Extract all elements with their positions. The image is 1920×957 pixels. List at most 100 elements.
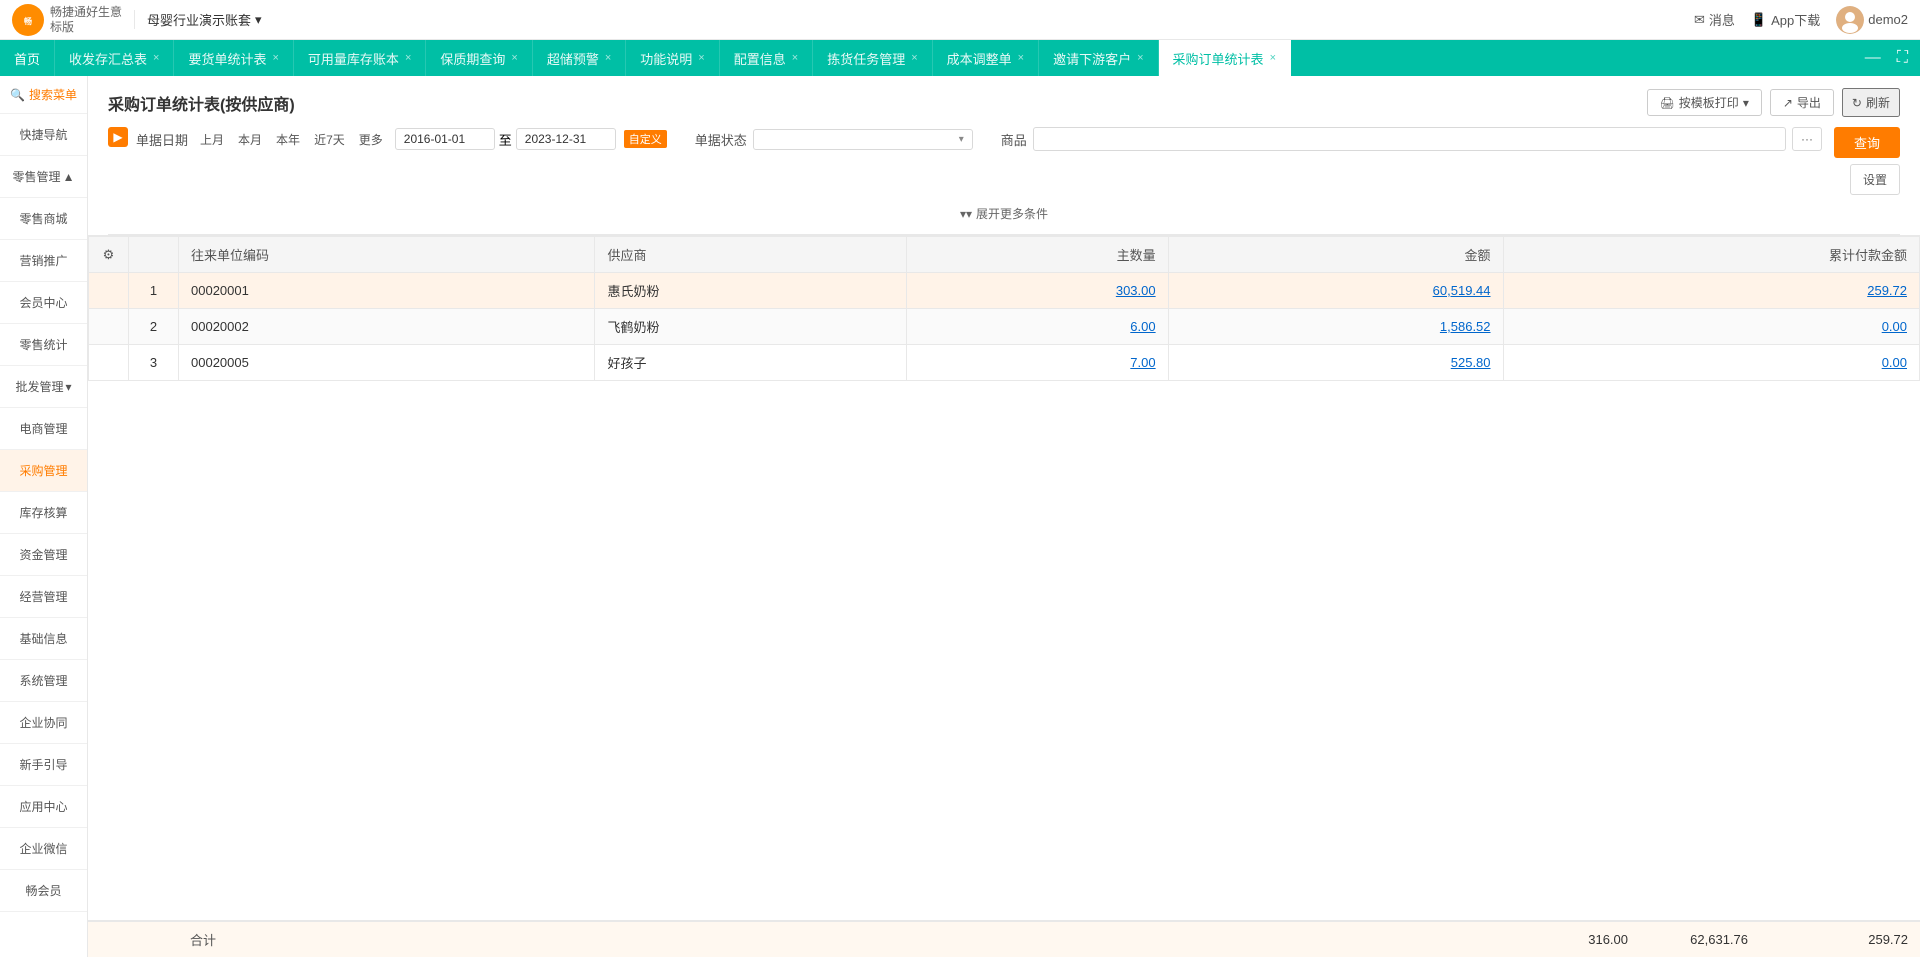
- row-amount[interactable]: 1,586.52: [1168, 309, 1503, 345]
- tab-home[interactable]: 首页: [0, 40, 55, 76]
- close-icon[interactable]: ×: [405, 52, 411, 64]
- tab-avail-stock[interactable]: 可用量库存账本 ×: [294, 40, 426, 76]
- paid-col-header: 累计付款金额: [1503, 237, 1919, 273]
- workspace-name: 母婴行业演示账套: [147, 10, 251, 29]
- shortcut-last-month[interactable]: 上月: [196, 129, 228, 150]
- sidebar-item-inventory[interactable]: 库存核算: [0, 492, 87, 534]
- sidebar-item-members[interactable]: 畅会员: [0, 870, 87, 912]
- close-icon[interactable]: ×: [792, 52, 798, 64]
- footer-amount: 62,631.76: [1640, 932, 1760, 947]
- row-amount[interactable]: 525.80: [1168, 345, 1503, 381]
- main-layout: 🔍 搜索菜单 快捷导航 零售管理 ▲ 零售商城 营销推广 会员中心 零售统计 批…: [0, 76, 1920, 957]
- row-settings: [89, 309, 129, 345]
- row-paid[interactable]: 259.72: [1503, 273, 1919, 309]
- expand-more-row[interactable]: ▾▾ 展开更多条件: [108, 201, 1900, 226]
- shortcut-7days[interactable]: 近7天: [310, 129, 349, 150]
- sidebar-item-marketing[interactable]: 营销推广: [0, 240, 87, 282]
- goods-ellipsis-btn[interactable]: ···: [1792, 127, 1822, 151]
- tab-invite[interactable]: 邀请下游客户 ×: [1039, 40, 1158, 76]
- tab-cost-adj[interactable]: 成本调整单 ×: [933, 40, 1039, 76]
- sidebar-item-quick-nav[interactable]: 快捷导航: [0, 114, 87, 156]
- row-supplier: 好孩子: [595, 345, 906, 381]
- row-paid[interactable]: 0.00: [1503, 309, 1919, 345]
- row-amount[interactable]: 60,519.44: [1168, 273, 1503, 309]
- close-icon[interactable]: ×: [1270, 52, 1276, 64]
- close-icon[interactable]: ×: [698, 52, 704, 64]
- sidebar-item-purchase[interactable]: 采购管理: [0, 450, 87, 492]
- chevron-down-icon: ▾: [959, 134, 964, 145]
- message-btn[interactable]: ✉ 消息: [1694, 10, 1735, 29]
- tab-collect-pay[interactable]: 收发存汇总表 ×: [55, 40, 174, 76]
- qty-col-header: 主数量: [906, 237, 1168, 273]
- sidebar-item-retail-stats[interactable]: 零售统计: [0, 324, 87, 366]
- user-menu[interactable]: demo2: [1836, 6, 1908, 34]
- supplier-col-header: 供应商: [595, 237, 906, 273]
- app-download-btn[interactable]: 📱 App下载: [1751, 10, 1820, 29]
- sidebar-item-wholesale[interactable]: 批发管理 ▾: [0, 366, 87, 408]
- sidebar-item-basic[interactable]: 基础信息: [0, 618, 87, 660]
- close-icon[interactable]: ×: [511, 52, 517, 64]
- sidebar-item-app-center[interactable]: 应用中心: [0, 786, 87, 828]
- sidebar-item-retail-store[interactable]: 零售商城: [0, 198, 87, 240]
- page-title: 采购订单统计表(按供应商): [108, 91, 295, 115]
- sidebar-item-enterprise[interactable]: 企业协同: [0, 702, 87, 744]
- shortcut-this-year[interactable]: 本年: [272, 129, 304, 150]
- close-icon[interactable]: ×: [605, 52, 611, 64]
- sidebar-item-operations[interactable]: 经营管理: [0, 576, 87, 618]
- row-qty[interactable]: 6.00: [906, 309, 1168, 345]
- svg-text:畅: 畅: [24, 16, 32, 26]
- row-unit-code: 00020002: [179, 309, 595, 345]
- print-button[interactable]: 🖨 按模板打印 ▾: [1647, 89, 1762, 116]
- search-button[interactable]: 查询: [1834, 127, 1900, 158]
- settings-col-header: ⚙: [89, 237, 129, 273]
- sidebar-search[interactable]: 🔍 搜索菜单: [0, 76, 87, 114]
- row-paid[interactable]: 0.00: [1503, 345, 1919, 381]
- close-icon[interactable]: ×: [153, 52, 159, 64]
- sidebar-item-system[interactable]: 系统管理: [0, 660, 87, 702]
- shortcut-this-month[interactable]: 本月: [234, 129, 266, 150]
- close-icon[interactable]: ×: [1018, 52, 1024, 64]
- print-arrow-icon: ▾: [1743, 96, 1749, 110]
- top-bar-left: 畅 畅捷通好生意 标版 母婴行业演示账套 ▾: [12, 4, 262, 36]
- row-qty[interactable]: 303.00: [906, 273, 1168, 309]
- sidebar-item-retail[interactable]: 零售管理 ▲: [0, 156, 87, 198]
- export-button[interactable]: ↗ 导出: [1770, 89, 1834, 116]
- filter-collapse-btn[interactable]: ▶: [108, 127, 128, 147]
- goods-input[interactable]: [1033, 127, 1786, 151]
- sidebar-item-ecommerce[interactable]: 电商管理: [0, 408, 87, 450]
- logo-area: 畅 畅捷通好生意 标版: [12, 4, 122, 36]
- setting-button[interactable]: 设置: [1850, 164, 1900, 195]
- workspace-selector[interactable]: 母婴行业演示账套 ▾: [134, 10, 262, 29]
- row-supplier: 惠氏奶粉: [595, 273, 906, 309]
- tab-config[interactable]: 配置信息 ×: [720, 40, 813, 76]
- close-icon[interactable]: ×: [911, 52, 917, 64]
- sidebar-item-member[interactable]: 会员中心: [0, 282, 87, 324]
- tab-func-desc[interactable]: 功能说明 ×: [626, 40, 719, 76]
- tab-req-stat[interactable]: 要货单统计表 ×: [174, 40, 293, 76]
- tab-minimize-btn[interactable]: —: [1861, 49, 1885, 67]
- tab-purchase-stat[interactable]: 采购订单统计表 ×: [1159, 40, 1291, 76]
- date-to-input[interactable]: [516, 128, 616, 150]
- date-from-input[interactable]: [395, 128, 495, 150]
- sidebar-item-newbie[interactable]: 新手引导: [0, 744, 87, 786]
- tab-overstock[interactable]: 超储预警 ×: [533, 40, 626, 76]
- status-select[interactable]: ▾: [753, 129, 973, 150]
- gear-icon[interactable]: ⚙: [103, 247, 115, 262]
- sidebar-item-finance[interactable]: 资金管理: [0, 534, 87, 576]
- tab-pick-task[interactable]: 拣货任务管理 ×: [813, 40, 932, 76]
- tab-maximize-btn[interactable]: ⛶: [1893, 49, 1912, 67]
- avatar: [1836, 6, 1864, 34]
- tab-expiry[interactable]: 保质期查询 ×: [426, 40, 532, 76]
- nav-tabs: 首页 收发存汇总表 × 要货单统计表 × 可用量库存账本 × 保质期查询 × 超…: [0, 40, 1920, 76]
- filter-area: ▶ 单据日期 上月 本月 本年 近7天 更多: [108, 127, 1900, 235]
- row-qty[interactable]: 7.00: [906, 345, 1168, 381]
- row-settings: [89, 345, 129, 381]
- row-unit-code: 00020005: [179, 345, 595, 381]
- close-icon[interactable]: ×: [272, 52, 278, 64]
- logo-icon: 畅: [12, 4, 44, 36]
- close-icon[interactable]: ×: [1137, 52, 1143, 64]
- refresh-button[interactable]: ↻ 刷新: [1842, 88, 1900, 117]
- message-icon: ✉: [1694, 12, 1705, 28]
- shortcut-more[interactable]: 更多: [355, 129, 387, 150]
- sidebar-item-wechat[interactable]: 企业微信: [0, 828, 87, 870]
